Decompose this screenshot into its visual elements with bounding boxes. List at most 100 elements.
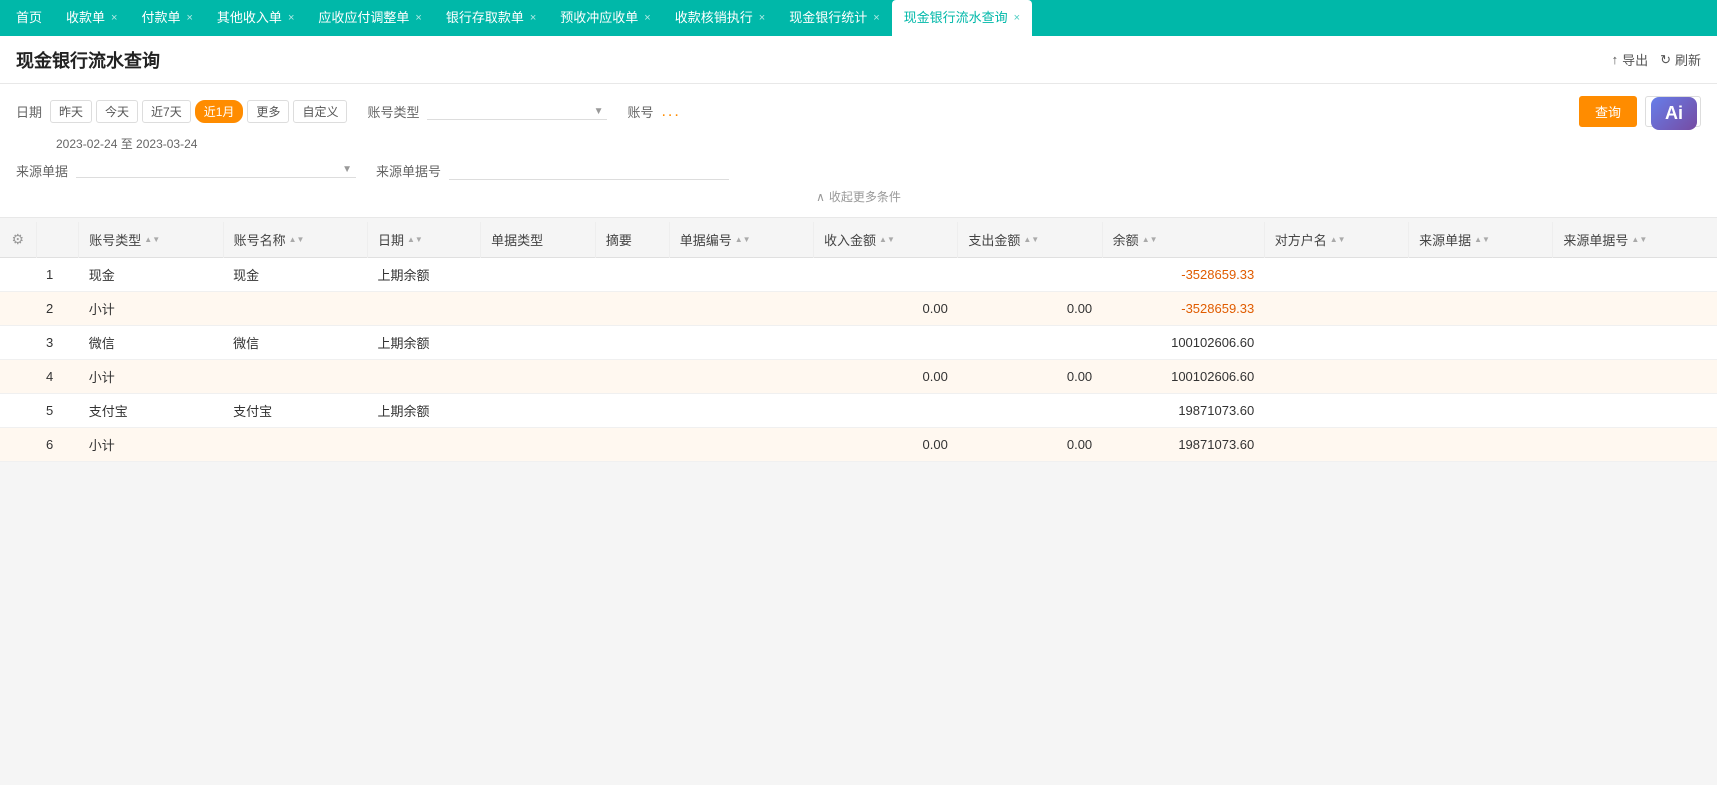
nav-adjustment-close[interactable]: × [415, 0, 421, 36]
td-counterparty [1264, 428, 1408, 462]
td-balance: 100102606.60 [1102, 326, 1264, 360]
nav-prepaid-label: 预收冲应收单 [560, 0, 638, 36]
td-balance: 100102606.60 [1102, 360, 1264, 394]
nav-receipt[interactable]: 收款单 × [54, 0, 129, 36]
nav-bank-deposit-label: 银行存取款单 [446, 0, 524, 36]
sort-source-doc-icon[interactable]: ▲▼ [1474, 236, 1490, 244]
account-label: 账号 [627, 102, 653, 121]
ai-badge[interactable]: Ai [1651, 97, 1697, 130]
nav-adjustment-label: 应收应付调整单 [318, 0, 409, 36]
nav-cash-flow-close[interactable]: × [1014, 0, 1020, 36]
date-7days[interactable]: 近7天 [142, 100, 191, 123]
td-counterparty [1264, 360, 1408, 394]
source-doc-no-label: 来源单据号 [376, 161, 441, 180]
top-nav: 首页 收款单 × 付款单 × 其他收入单 × 应收应付调整单 × 银行存取款单 … [0, 0, 1717, 36]
sort-counterparty-icon[interactable]: ▲▼ [1330, 236, 1346, 244]
account-dots-button[interactable]: ... [661, 103, 680, 121]
gear-icon[interactable]: ⚙ [11, 231, 24, 247]
sort-account-type-icon[interactable]: ▲▼ [144, 236, 160, 244]
td-account-type: 支付宝 [79, 394, 223, 428]
th-balance: 余额 ▲▼ [1102, 222, 1264, 258]
td-source-doc [1409, 428, 1553, 462]
sort-doc-no-icon[interactable]: ▲▼ [735, 236, 751, 244]
td-gear [0, 428, 36, 462]
td-date [367, 428, 480, 462]
date-yesterday[interactable]: 昨天 [50, 100, 92, 123]
nav-payment-close[interactable]: × [186, 0, 192, 36]
th-summary: 摘要 [595, 222, 669, 258]
td-summary [595, 326, 669, 360]
nav-other-income[interactable]: 其他收入单 × [205, 0, 306, 36]
date-more[interactable]: 更多 [247, 100, 289, 123]
th-income: 收入金额 ▲▼ [814, 222, 958, 258]
nav-collection[interactable]: 收款核销执行 × [663, 0, 777, 36]
sort-balance-icon[interactable]: ▲▼ [1142, 236, 1158, 244]
td-balance: 19871073.60 [1102, 394, 1264, 428]
td-counterparty [1264, 394, 1408, 428]
td-date: 上期余额 [367, 326, 480, 360]
td-account-type: 小计 [79, 360, 223, 394]
nav-bank-deposit-close[interactable]: × [530, 0, 536, 36]
nav-home-label: 首页 [16, 0, 42, 36]
nav-home[interactable]: 首页 [4, 0, 54, 36]
date-range-display: 2023-02-24 至 2023-03-24 [56, 137, 197, 151]
td-source-doc [1409, 292, 1553, 326]
nav-prepaid[interactable]: 预收冲应收单 × [548, 0, 662, 36]
table-container: ⚙ 账号类型 ▲▼ 账号名称 ▲▼ 日期 [0, 222, 1717, 462]
td-income: 0.00 [814, 292, 958, 326]
date-1month[interactable]: 近1月 [195, 100, 244, 123]
nav-cash-stat[interactable]: 现金银行统计 × [777, 0, 891, 36]
td-account-type: 小计 [79, 292, 223, 326]
refresh-button[interactable]: ↻ 刷新 [1660, 50, 1701, 69]
export-button[interactable]: ↑ 导出 [1612, 50, 1649, 69]
collapse-bar[interactable]: ∧ 收起更多条件 [16, 188, 1701, 205]
nav-cash-flow[interactable]: 现金银行流水查询 × [892, 0, 1032, 36]
td-no: 5 [36, 394, 79, 428]
account-type-select[interactable]: ▼ [427, 104, 607, 120]
table-row: 3 微信 微信 上期余额 100102606.60 [0, 326, 1717, 360]
td-doc-type [481, 428, 596, 462]
td-summary [595, 428, 669, 462]
th-doc-type: 单据类型 [481, 222, 596, 258]
sort-expense-icon[interactable]: ▲▼ [1023, 236, 1039, 244]
nav-prepaid-close[interactable]: × [644, 0, 650, 36]
account-type-filter-group: 账号类型 ▼ [367, 102, 607, 121]
td-balance: 19871073.60 [1102, 428, 1264, 462]
td-doc-type [481, 326, 596, 360]
source-doc-no-filter-group: 来源单据号 [376, 160, 729, 180]
date-custom[interactable]: 自定义 [293, 100, 347, 123]
nav-receipt-close[interactable]: × [111, 0, 117, 36]
account-type-arrow-icon: ▼ [594, 106, 604, 117]
td-account-name: 支付宝 [223, 394, 367, 428]
source-doc-no-input[interactable] [449, 160, 729, 180]
td-balance: -3528659.33 [1102, 292, 1264, 326]
table-row: 1 现金 现金 上期余额 -3528659.33 [0, 258, 1717, 292]
td-gear [0, 258, 36, 292]
sort-date-icon[interactable]: ▲▼ [407, 236, 423, 244]
td-no: 6 [36, 428, 79, 462]
td-doc-type [481, 360, 596, 394]
collapse-up-icon: ∧ [816, 190, 825, 204]
sort-source-doc-no-icon[interactable]: ▲▼ [1631, 236, 1647, 244]
date-today[interactable]: 今天 [96, 100, 138, 123]
td-account-name: 现金 [223, 258, 367, 292]
td-counterparty [1264, 258, 1408, 292]
td-expense: 0.00 [958, 292, 1102, 326]
td-source-doc [1409, 394, 1553, 428]
td-source-doc [1409, 326, 1553, 360]
nav-payment-label: 付款单 [141, 0, 180, 36]
nav-payment[interactable]: 付款单 × [129, 0, 204, 36]
nav-adjustment[interactable]: 应收应付调整单 × [306, 0, 433, 36]
nav-bank-deposit[interactable]: 银行存取款单 × [434, 0, 548, 36]
query-button[interactable]: 查询 [1579, 96, 1637, 127]
nav-other-income-close[interactable]: × [288, 0, 294, 36]
source-doc-select[interactable]: ▼ [76, 162, 356, 178]
sort-income-icon[interactable]: ▲▼ [879, 236, 895, 244]
table-row: 2 小计 0.00 0.00 -3528659.33 [0, 292, 1717, 326]
td-expense [958, 258, 1102, 292]
nav-collection-close[interactable]: × [759, 0, 765, 36]
sort-account-name-icon[interactable]: ▲▼ [289, 236, 305, 244]
td-income [814, 258, 958, 292]
collapse-label: 收起更多条件 [829, 188, 901, 205]
nav-cash-stat-close[interactable]: × [873, 0, 879, 36]
